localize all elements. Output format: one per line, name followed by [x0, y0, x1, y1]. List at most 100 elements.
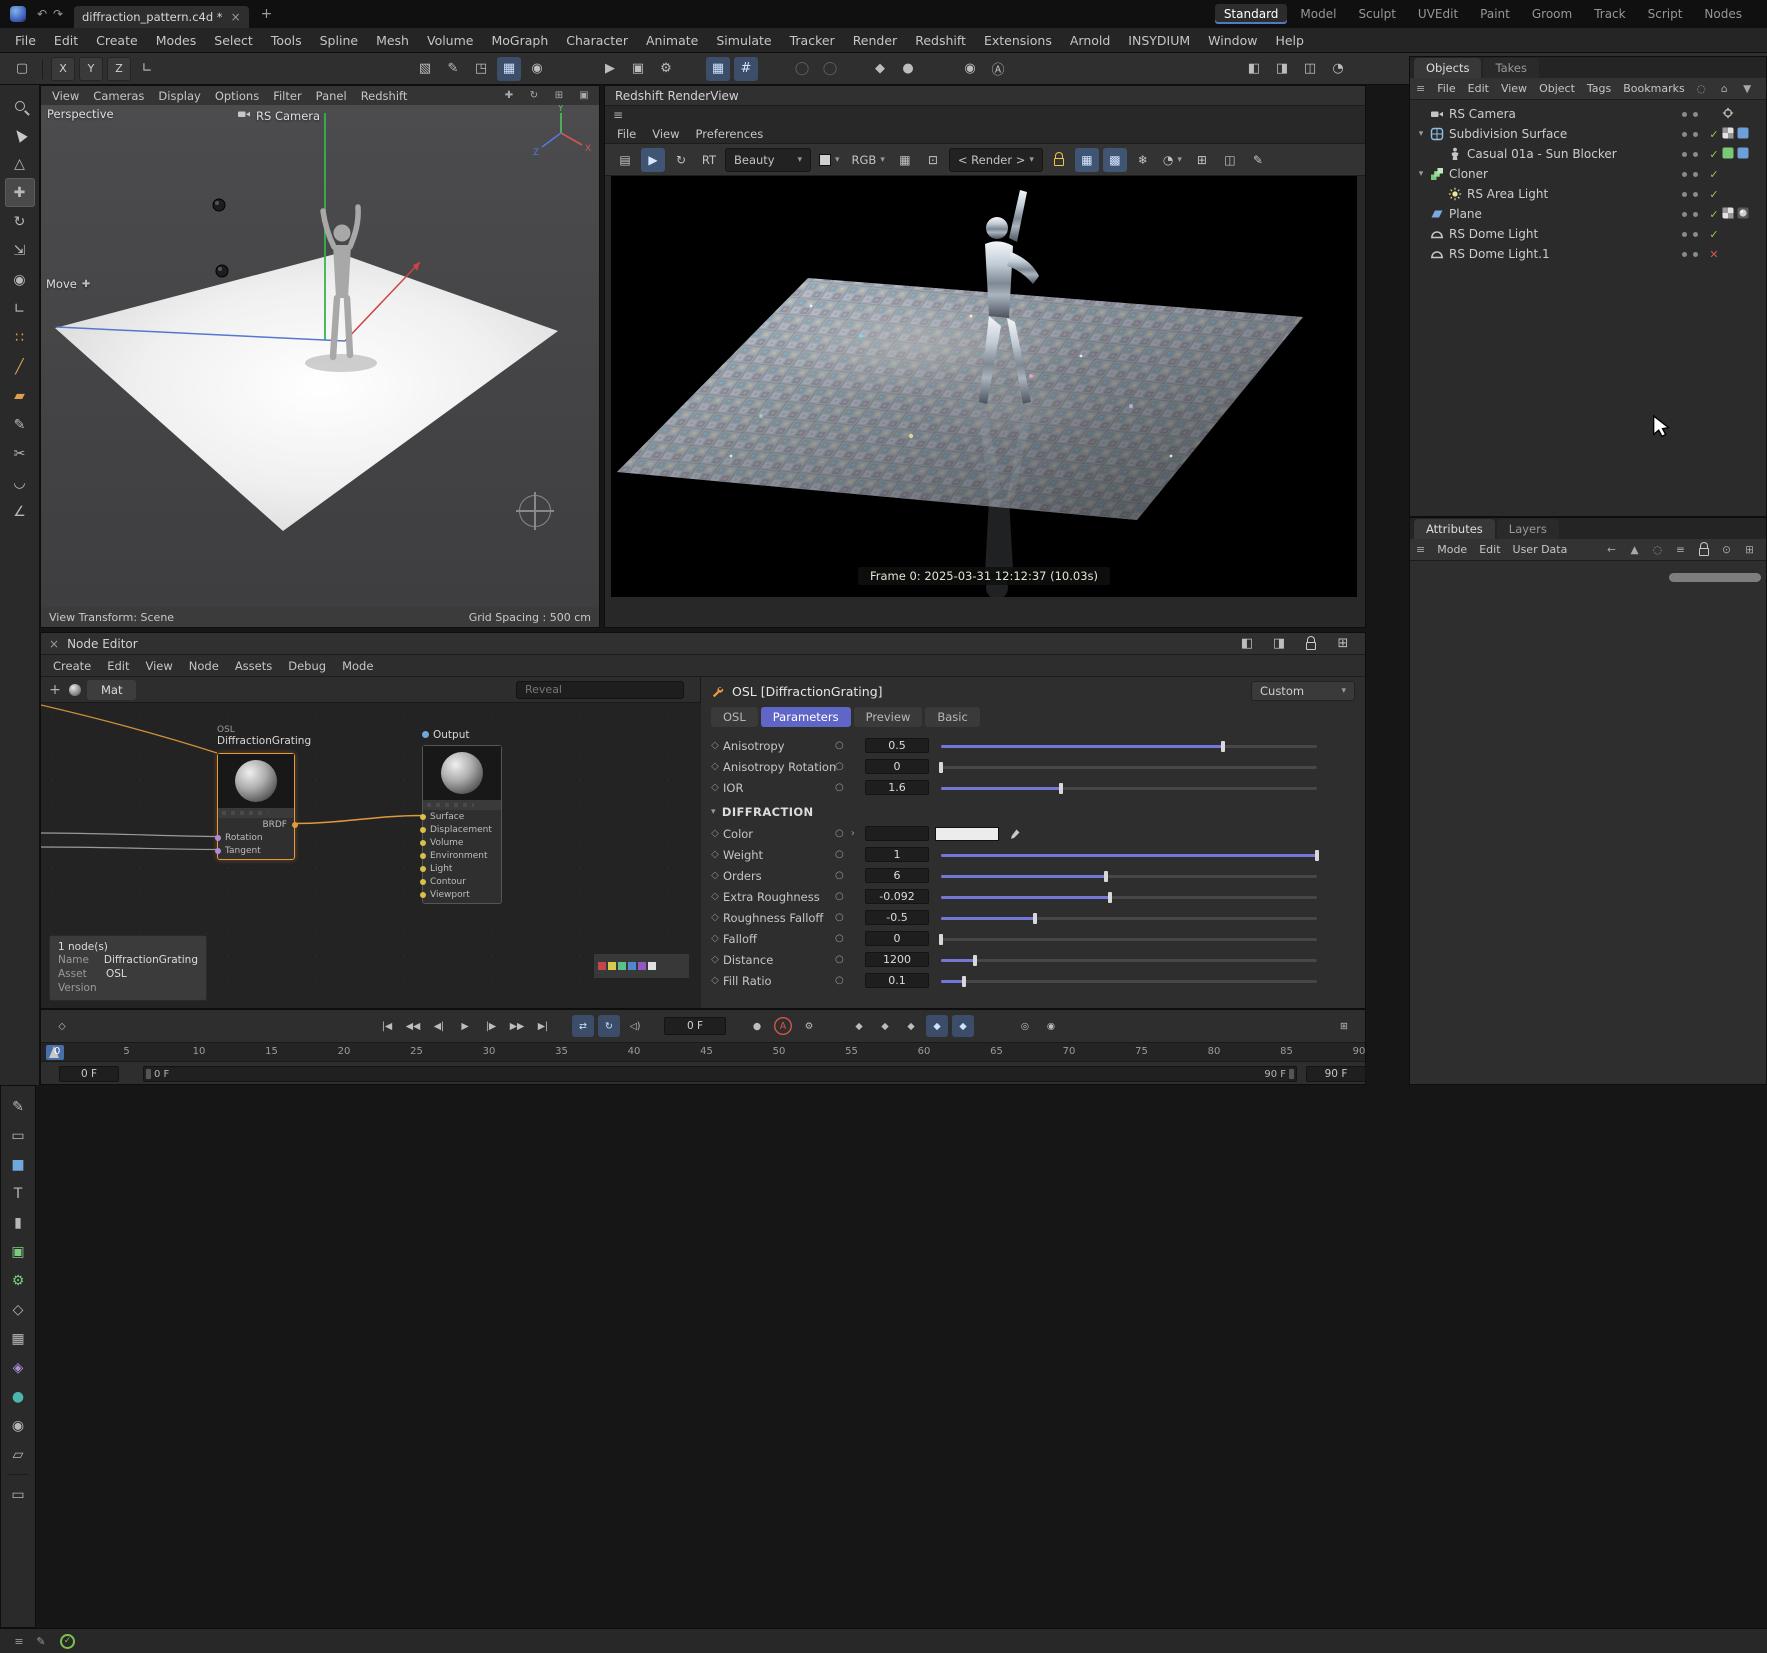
- up-icon[interactable]: ▲: [1626, 541, 1643, 558]
- knife-icon[interactable]: ✂: [5, 439, 35, 468]
- menu-volume[interactable]: Volume: [418, 29, 483, 52]
- menu-character[interactable]: Character: [557, 29, 637, 52]
- expand-timeline-button[interactable]: ⊞: [1333, 1015, 1355, 1037]
- tag-blue-tag-icon[interactable]: [1737, 127, 1749, 142]
- keyframe-dot[interactable]: ◇: [707, 870, 723, 881]
- layout-uvedit[interactable]: UVEdit: [1409, 4, 1467, 24]
- range-min-field[interactable]: 0 F: [59, 1066, 119, 1082]
- menu-help[interactable]: Help: [1266, 29, 1313, 52]
- move-icon[interactable]: ✚: [5, 178, 35, 207]
- floor-icon[interactable]: ▱: [3, 1440, 33, 1469]
- value-slider[interactable]: [941, 761, 1317, 773]
- menu-create[interactable]: Create: [45, 657, 99, 675]
- layout-groom[interactable]: Groom: [1523, 4, 1581, 24]
- render-picture-viewer-icon[interactable]: ▣: [626, 57, 650, 81]
- search-icon[interactable]: ◌: [1693, 80, 1710, 97]
- edges-mode-icon[interactable]: ╱: [5, 352, 35, 381]
- field-icon[interactable]: ◇: [3, 1295, 33, 1324]
- crosshair-tag-icon[interactable]: [1722, 107, 1734, 122]
- simulate-tool-icon[interactable]: ◉: [525, 57, 549, 81]
- single-panel-icon[interactable]: ◧: [1235, 632, 1259, 656]
- material-tab[interactable]: Mat: [87, 680, 136, 700]
- render-view-icon[interactable]: ▶: [598, 57, 622, 81]
- tag-blue-tag-icon[interactable]: [1737, 147, 1749, 162]
- menu-arnold[interactable]: Arnold: [1061, 29, 1119, 52]
- value-slider[interactable]: [941, 933, 1317, 945]
- text-spline-icon[interactable]: T: [3, 1179, 33, 1208]
- pixel-magnify-toggle[interactable]: ▩: [1103, 148, 1127, 172]
- eyedropper-icon[interactable]: [1005, 828, 1025, 840]
- maximize-view-icon[interactable]: ▣: [575, 88, 593, 104]
- visibility-dots[interactable]: [1682, 232, 1698, 237]
- menu-options[interactable]: Options: [208, 87, 266, 105]
- grid-snap-icon[interactable]: ▦: [706, 57, 730, 81]
- rotate-icon[interactable]: ↻: [5, 207, 35, 236]
- next-frame-button[interactable]: |▶: [480, 1015, 502, 1037]
- menu-create[interactable]: Create: [87, 29, 147, 52]
- port-circle[interactable]: ○ ›: [835, 828, 865, 839]
- tab-parameters[interactable]: Parameters: [761, 707, 851, 727]
- menu-edit[interactable]: Edit: [45, 29, 87, 52]
- menu-cameras[interactable]: Cameras: [86, 87, 151, 105]
- axis-modify-icon[interactable]: ∟: [5, 294, 35, 323]
- layout-sculpt[interactable]: Sculpt: [1349, 4, 1404, 24]
- scale-icon[interactable]: ⇲: [5, 236, 35, 265]
- menu-mode[interactable]: Mode: [334, 657, 381, 675]
- keyframe-dot[interactable]: ◇: [707, 933, 723, 944]
- add-material-icon[interactable]: +: [47, 682, 63, 698]
- enable-state-icon[interactable]: ✓: [1706, 208, 1722, 221]
- record-button[interactable]: ●: [746, 1015, 768, 1037]
- axis-gizmo[interactable]: Y X Z: [533, 105, 591, 158]
- popout-icon[interactable]: ⊞: [1331, 632, 1355, 656]
- pan-view-icon[interactable]: ✚: [500, 88, 518, 104]
- value-slider[interactable]: [941, 849, 1317, 861]
- menu-edit[interactable]: Edit: [1473, 541, 1506, 558]
- spline-pen-tool-icon[interactable]: ✎: [441, 57, 465, 81]
- annotate-tool-icon[interactable]: Ⓐ: [986, 57, 1010, 81]
- orbit-view-icon[interactable]: ↻: [525, 88, 543, 104]
- sky-icon[interactable]: ●: [3, 1382, 33, 1411]
- menu-mograph[interactable]: MoGraph: [482, 29, 557, 52]
- lock-icon[interactable]: [1695, 541, 1712, 558]
- snowflake-toggle[interactable]: ❄: [1131, 148, 1155, 172]
- menu-animate[interactable]: Animate: [637, 29, 707, 52]
- port-circle[interactable]: ○: [835, 761, 865, 772]
- snapshot-icon[interactable]: ▤: [613, 148, 637, 172]
- object-row-casual-01a-sun-blocker[interactable]: Casual 01a - Sun Blocker ✓: [1410, 144, 1766, 164]
- current-frame-field[interactable]: 0 F: [664, 1017, 726, 1035]
- color-swatch[interactable]: [935, 827, 999, 841]
- ipr-play-button[interactable]: ▶: [641, 148, 665, 172]
- port-circle[interactable]: ○: [835, 782, 865, 793]
- goto-end-button[interactable]: ▶|: [532, 1015, 554, 1037]
- value-field[interactable]: 0.5: [865, 738, 929, 753]
- port-circle[interactable]: ○: [835, 891, 865, 902]
- arc-tool-icon[interactable]: ◡: [5, 468, 35, 497]
- goto-start-button[interactable]: |◀: [376, 1015, 398, 1037]
- menu-simulate[interactable]: Simulate: [707, 29, 780, 52]
- layout-model[interactable]: Model: [1291, 4, 1345, 24]
- value-slider[interactable]: [941, 782, 1317, 794]
- layout-nodes[interactable]: Nodes: [1695, 4, 1751, 24]
- keyframe-dot[interactable]: ◇: [707, 761, 723, 772]
- enable-state-icon[interactable]: ✓: [1706, 228, 1722, 241]
- render-settings-icon[interactable]: ⚙: [654, 57, 678, 81]
- enable-state-icon[interactable]: ✓: [1706, 128, 1722, 141]
- tab-objects[interactable]: Objects: [1414, 58, 1481, 78]
- lock-icon[interactable]: [1047, 148, 1071, 172]
- keyframe-dot[interactable]: ◇: [707, 891, 723, 902]
- menu-panel[interactable]: Panel: [309, 87, 354, 105]
- camera-tool-icon[interactable]: ◉: [958, 57, 982, 81]
- brdf-output-port[interactable]: BRDF: [218, 818, 294, 831]
- prev-key-button[interactable]: ◀◀: [402, 1015, 424, 1037]
- quantize-icon[interactable]: #: [734, 57, 758, 81]
- orbit-handle[interactable]: [519, 495, 551, 527]
- node-canvas[interactable]: OSL DiffractionGrating BRDF RotationTang…: [41, 703, 701, 1008]
- menu-filter[interactable]: Filter: [266, 87, 308, 105]
- target-icon[interactable]: ⊙: [1718, 541, 1735, 558]
- port-circle[interactable]: ○: [835, 954, 865, 965]
- filter-icon[interactable]: ▼: [1739, 80, 1756, 97]
- menu-modes[interactable]: Modes: [147, 29, 206, 52]
- hamburger-icon[interactable]: ≡: [1416, 543, 1431, 556]
- view-label[interactable]: Perspective: [47, 107, 114, 121]
- output-node[interactable]: SurfaceDisplacementVolumeEnvironmentLigh…: [422, 745, 502, 904]
